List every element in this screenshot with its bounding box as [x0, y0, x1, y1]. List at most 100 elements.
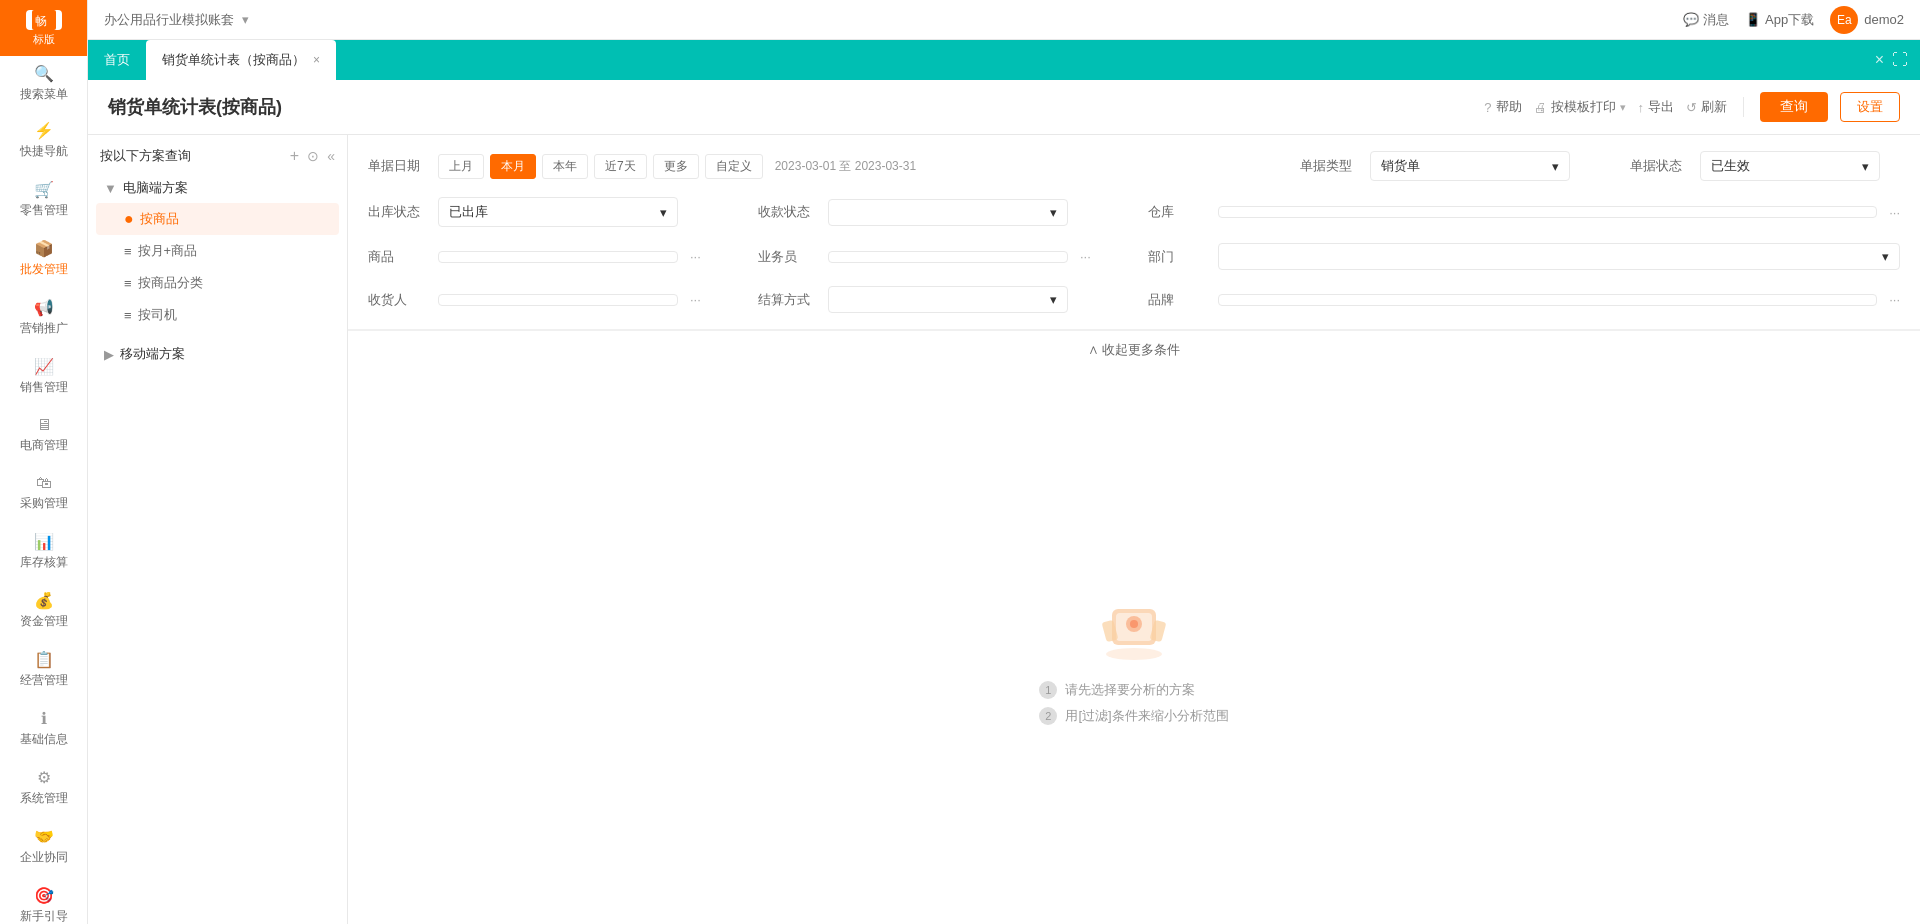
scheme-item-by-category[interactable]: ≡ 按商品分类 [96, 267, 339, 299]
settings-button[interactable]: 设置 [1840, 92, 1900, 122]
scheme-item-by-product[interactable]: ● 按商品 [96, 203, 339, 235]
sidebar-item-purchase[interactable]: 🛍 采购管理 [0, 464, 87, 522]
refresh-btn[interactable]: ↺ 刷新 [1686, 98, 1727, 116]
receiver-label: 收货人 [368, 291, 438, 309]
user-menu[interactable]: Ea demo2 [1830, 6, 1904, 34]
out-status-select[interactable]: 已出库 ▾ [438, 197, 678, 227]
brand-control: ··· [1218, 292, 1900, 307]
scheme-item-by-operator[interactable]: ≡ 按司机 [96, 299, 339, 331]
scheme-item-active-icon: ● [124, 210, 134, 228]
settlement-label: 结算方式 [758, 291, 828, 309]
department-select[interactable]: ▾ [1218, 243, 1900, 270]
payment-status-label: 收款状态 [758, 203, 828, 221]
warehouse-dots-btn[interactable]: ··· [1889, 205, 1900, 220]
tabbar-right: × ⛶ [1875, 51, 1920, 69]
receiver-select[interactable] [438, 294, 678, 306]
help-icon: ? [1484, 100, 1491, 115]
maximize-icon[interactable]: ⛶ [1892, 51, 1908, 69]
export-btn[interactable]: ↑ 导出 [1638, 98, 1675, 116]
finance-icon: 💰 [34, 591, 54, 610]
scheme-item-icon-1: ≡ [124, 244, 132, 259]
brand-select[interactable] [1218, 294, 1877, 306]
retail-icon: 🛒 [34, 180, 54, 199]
logo-icon: 畅 [26, 10, 62, 30]
sidebar-item-wholesale[interactable]: 📦 批发管理 [0, 229, 87, 288]
scheme-item-by-month-product[interactable]: ≡ 按月+商品 [96, 235, 339, 267]
hint-text-1: 请先选择要分析的方案 [1065, 681, 1195, 699]
scheme-header-title: 按以下方案查询 [100, 147, 191, 165]
add-scheme-btn[interactable]: + [290, 147, 299, 165]
empty-hints: 1 请先选择要分析的方案 2 用[过滤]条件来缩小分析范围 [1039, 681, 1228, 725]
payment-status-select[interactable]: ▾ [828, 199, 1068, 226]
date-btn-this-month[interactable]: 本月 [490, 154, 536, 179]
scheme-section-mobile-title[interactable]: ▶ 移动端方案 [96, 339, 339, 369]
date-btn-7days[interactable]: 近7天 [594, 154, 647, 179]
sidebar-item-system[interactable]: ⚙ 系统管理 [0, 758, 87, 817]
sidebar-item-label: 新手引导 [20, 908, 68, 924]
query-button[interactable]: 查询 [1760, 92, 1828, 122]
date-btn-custom[interactable]: 自定义 [705, 154, 763, 179]
page-title: 销货单统计表(按商品) [108, 95, 282, 131]
sidebar-item-label: 经营管理 [20, 672, 68, 689]
department-label: 部门 [1148, 248, 1218, 266]
tab-home[interactable]: 首页 [88, 40, 146, 80]
brand-label: 品牌 [1148, 291, 1218, 309]
settlement-select[interactable]: ▾ [828, 286, 1068, 313]
sidebar-item-operations[interactable]: 📋 经营管理 [0, 640, 87, 699]
scheme-section-pc-title[interactable]: ▼ 电脑端方案 [96, 173, 339, 203]
brand-dots-btn[interactable]: ··· [1889, 292, 1900, 307]
help-btn[interactable]: ? 帮助 [1484, 98, 1521, 116]
sidebar-item-label: 采购管理 [20, 495, 68, 512]
sidebar-item-label: 搜索菜单 [20, 86, 68, 103]
sidebar-item-enterprise[interactable]: 🤝 企业协同 [0, 817, 87, 876]
export-icon: ↑ [1638, 100, 1645, 115]
sidebar-item-sales[interactable]: 📈 销售管理 [0, 347, 87, 406]
payment-status-control: ▾ [828, 199, 1108, 226]
tab-sales-stat[interactable]: 销货单统计表（按商品） × [146, 40, 336, 80]
sales-icon: 📈 [34, 357, 54, 376]
print-btn[interactable]: 🖨 按模板打印 ▾ [1534, 98, 1626, 116]
logo-text: 标版 [33, 32, 55, 47]
out-status-control: 已出库 ▾ [438, 197, 718, 227]
warehouse-select[interactable] [1218, 206, 1877, 218]
doc-status-value: 已生效 [1711, 157, 1750, 175]
print-dropdown-icon: ▾ [1620, 101, 1626, 114]
filter-row-2: 出库状态 已出库 ▾ 收款状态 ▾ [368, 197, 1900, 227]
date-btn-this-year[interactable]: 本年 [542, 154, 588, 179]
collapse-scheme-btn[interactable]: « [327, 148, 335, 164]
scheme-item-label: 按司机 [138, 306, 177, 324]
sidebar-item-ecommerce[interactable]: 🖥 电商管理 [0, 406, 87, 464]
sidebar-item-finance[interactable]: 💰 资金管理 [0, 581, 87, 640]
warehouse-control: ··· [1218, 205, 1900, 220]
salesperson-dots-btn[interactable]: ··· [1080, 249, 1091, 264]
product-dots-btn[interactable]: ··· [690, 249, 701, 264]
sidebar-item-guide[interactable]: 🎯 新手引导 [0, 876, 87, 924]
sidebar-item-marketing[interactable]: 📢 营销推广 [0, 288, 87, 347]
empty-hint-2: 2 用[过滤]条件来缩小分析范围 [1039, 707, 1228, 725]
date-btn-last-month[interactable]: 上月 [438, 154, 484, 179]
edit-scheme-btn[interactable]: ⊙ [307, 148, 319, 164]
sidebar-item-inventory[interactable]: 📊 库存核算 [0, 522, 87, 581]
tab-sales-stat-label: 销货单统计表（按商品） [162, 51, 305, 69]
topbar-dropdown-icon[interactable]: ▾ [242, 12, 249, 27]
message-btn[interactable]: 💬 消息 [1683, 11, 1729, 29]
salesperson-select[interactable] [828, 251, 1068, 263]
doc-status-label: 单据状态 [1630, 157, 1700, 175]
sidebar-item-basic[interactable]: ℹ 基础信息 [0, 699, 87, 758]
sidebar-item-quick-nav[interactable]: ⚡ 快捷导航 [0, 111, 87, 170]
doc-status-select[interactable]: 已生效 ▾ [1700, 151, 1880, 181]
close-window-icon[interactable]: × [1875, 51, 1884, 69]
sidebar-item-retail[interactable]: 🛒 零售管理 [0, 170, 87, 229]
salesperson-control: ··· [828, 249, 1108, 264]
collapse-more-btn[interactable]: ∧ 收起更多条件 [348, 330, 1920, 369]
date-btn-more[interactable]: 更多 [653, 154, 699, 179]
sidebar-item-search[interactable]: 🔍 搜索菜单 [0, 56, 87, 111]
topbar-right: 💬 消息 📱 App下载 Ea demo2 [1683, 6, 1904, 34]
tab-close-icon[interactable]: × [313, 53, 320, 67]
section-label: 移动端方案 [120, 345, 185, 363]
scheme-section-mobile: ▶ 移动端方案 [88, 339, 347, 369]
product-select[interactable] [438, 251, 678, 263]
doc-type-select[interactable]: 销货单 ▾ [1370, 151, 1570, 181]
receiver-dots-btn[interactable]: ··· [690, 292, 701, 307]
app-download-btn[interactable]: 📱 App下载 [1745, 11, 1814, 29]
